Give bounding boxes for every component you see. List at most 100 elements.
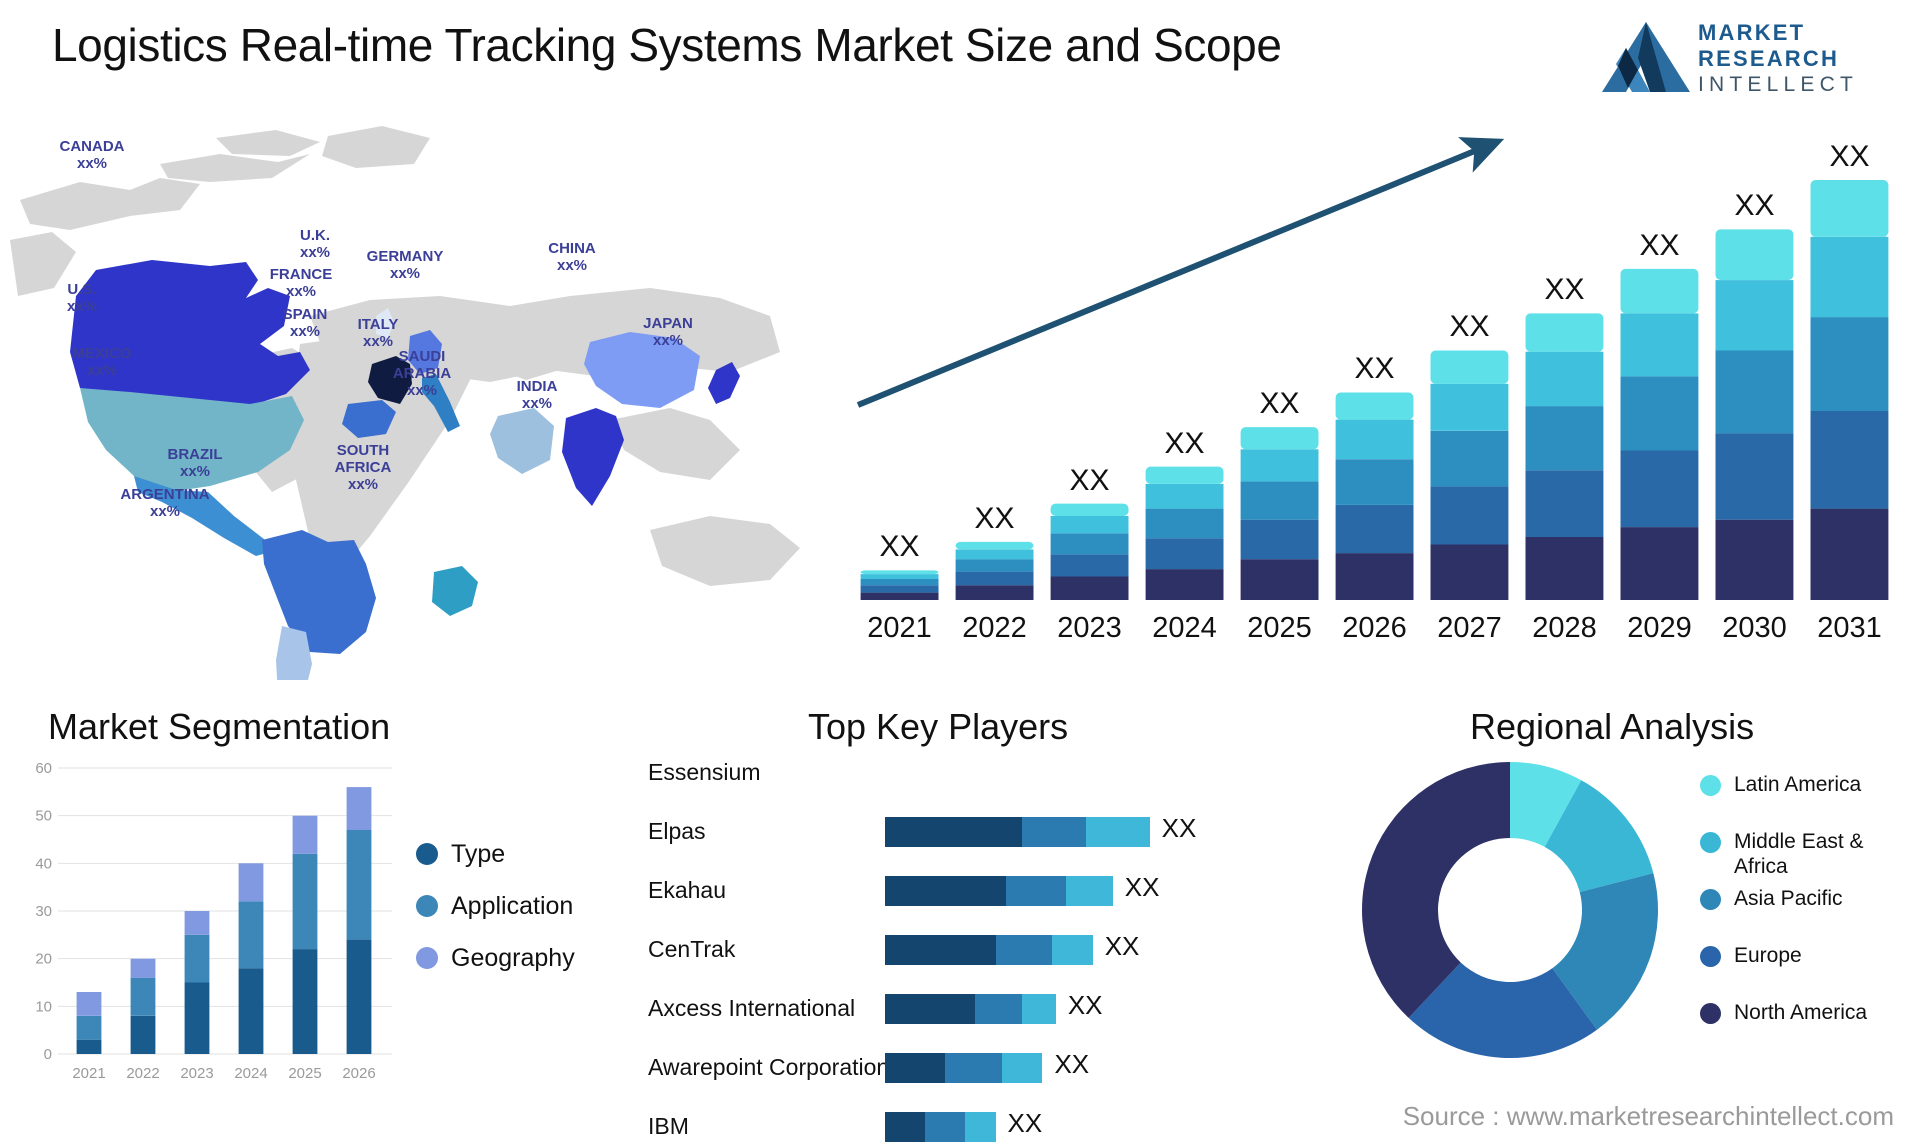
map-label-country: CHINA — [548, 240, 596, 257]
map-label-country: INDIA — [516, 378, 558, 395]
map-label-country: SAUDI ARABIA — [392, 348, 452, 382]
map-label-value: xx% — [521, 395, 553, 412]
growth-bar-value-label: XX — [1639, 228, 1680, 262]
growth-bar-segment — [860, 570, 939, 575]
player-bar-segment — [885, 935, 996, 965]
seg-x-tick: 2023 — [180, 1065, 213, 1082]
growth-bar-segment — [1810, 236, 1889, 318]
player-bar-segment — [995, 935, 1053, 965]
map-label-canada: CANADA xx% — [60, 138, 125, 172]
growth-year-label: 2025 — [1247, 612, 1312, 644]
seg-bar-segment — [184, 911, 210, 935]
growth-bar-segment — [1240, 481, 1319, 520]
player-name: Awarepoint Corporation — [648, 1054, 890, 1080]
region-legend-item: North America — [1700, 1000, 1894, 1057]
seg-bar-segment — [184, 934, 210, 983]
region-legend-label: Asia Pacific — [1734, 887, 1843, 910]
map-label-value: xx% — [406, 382, 438, 399]
player-bar-segment — [945, 1053, 1003, 1083]
player-bar-segment — [925, 1112, 966, 1142]
map-label-value: xx% — [652, 332, 684, 349]
seg-bar-segment — [292, 949, 318, 1054]
seg-legend-color-dot — [416, 843, 438, 865]
regional-analysis-legend: Latin America Middle East & Africa Asia Pa… — [1700, 772, 1894, 1057]
growth-bar-segment — [955, 541, 1034, 550]
player-row: Ekahau XX — [620, 872, 1320, 907]
map-label-country: SOUTH AFRICA — [334, 442, 392, 476]
growth-bar-segment — [955, 571, 1034, 586]
player-value-label: XX — [1161, 813, 1197, 843]
seg-x-tick: 2022 — [126, 1065, 159, 1082]
seg-legend-label: Application — [451, 891, 574, 920]
mountain-logo-icon — [1602, 22, 1690, 92]
seg-y-tick: 0 — [44, 1046, 52, 1063]
player-row: Awarepoint Corporation XX — [620, 1049, 1320, 1084]
map-label-value: xx% — [556, 257, 588, 274]
seg-x-tick: 2025 — [288, 1065, 321, 1082]
map-label-country: ARGENTINA — [120, 486, 210, 503]
growth-bar-segment — [1335, 419, 1414, 460]
map-label-france: FRANCE xx% — [270, 266, 333, 300]
map-label-value: xx% — [299, 244, 331, 261]
map-label-value: xx% — [285, 283, 317, 300]
growth-year-label: 2030 — [1722, 612, 1787, 644]
region-legend-color-dot — [1700, 946, 1721, 967]
growth-bar-segment — [1715, 229, 1794, 280]
player-bar-segment — [965, 1112, 996, 1142]
growth-year-label: 2027 — [1437, 612, 1502, 644]
seg-bar-segment — [292, 853, 318, 950]
growth-bar-segment — [1620, 268, 1699, 314]
region-legend-label: North America — [1734, 1001, 1868, 1024]
growth-bar-segment — [1240, 559, 1319, 600]
map-label-value: xx% — [389, 265, 421, 282]
player-bar-segment — [975, 994, 1023, 1024]
map-label-value: xx% — [289, 323, 321, 340]
map-label-china: CHINA xx% — [548, 240, 596, 274]
growth-bar-segment — [1240, 427, 1319, 450]
player-value-label: XX — [1007, 1108, 1043, 1138]
growth-bar-segment — [1715, 519, 1794, 600]
growth-bar-segment — [1620, 527, 1699, 600]
map-country-india — [562, 408, 624, 506]
logo-line-market: MARKET — [1698, 20, 1806, 45]
player-bar-segment — [1022, 817, 1086, 847]
player-bar-segment — [1052, 935, 1093, 965]
player-value-label: XX — [1054, 1049, 1090, 1079]
logo-wordmark: MARKET RESEARCH INTELLECT — [1698, 20, 1898, 98]
seg-legend-item: Geography — [416, 932, 575, 984]
map-label-u-s-: U.S. xx% — [67, 281, 97, 315]
region-legend-color-dot — [1700, 889, 1721, 910]
growth-bar-segment — [1525, 537, 1604, 600]
player-bar-segment — [885, 876, 1006, 906]
growth-bar-segment — [1145, 569, 1224, 600]
player-bar-segment — [1022, 994, 1056, 1024]
region-legend-color-dot — [1700, 1003, 1721, 1024]
growth-bar-segment — [1620, 313, 1699, 377]
map-label-value: xx% — [149, 503, 181, 520]
regional-analysis-panel: Regional Analysis Latin America Middle Ea… — [1320, 700, 1920, 1130]
page-header: Logistics Real-time Tracking Systems Mar… — [0, 0, 1920, 118]
region-legend-item: Latin America — [1700, 772, 1894, 829]
growth-bar-segment — [1050, 503, 1129, 516]
map-label-value: xx% — [86, 362, 118, 379]
market-segmentation-chart: 0 10 20 30 40 50 60 2021 2022 2023 2024 2025 2026 — [35, 760, 392, 1082]
seg-bar-segment — [76, 1039, 102, 1054]
map-label-india: INDIA xx% — [517, 378, 558, 412]
growth-year-label: 2028 — [1532, 612, 1597, 644]
player-name: Elpas — [648, 818, 706, 844]
growth-bar-segment — [1240, 449, 1319, 482]
player-value-label: XX — [1124, 872, 1160, 902]
seg-bar-segment — [130, 977, 156, 1016]
map-label-country: U.S. — [67, 281, 97, 298]
growth-bar-segment — [860, 574, 939, 579]
player-name: CenTrak — [648, 936, 736, 962]
player-bar — [885, 817, 1150, 847]
player-name: Essensium — [648, 759, 761, 785]
growth-bar-segment — [1525, 470, 1604, 537]
market-segmentation-legend: Type Application Geography — [416, 828, 575, 984]
player-bar — [885, 994, 1056, 1024]
seg-bar-segment — [130, 1015, 156, 1054]
growth-bar-segment — [1430, 486, 1509, 545]
brand-logo: MARKET RESEARCH INTELLECT — [1598, 14, 1898, 106]
top-key-players-panel: Top Key Players Essensium Elpas XX Ekahau XX… — [620, 700, 1320, 1142]
